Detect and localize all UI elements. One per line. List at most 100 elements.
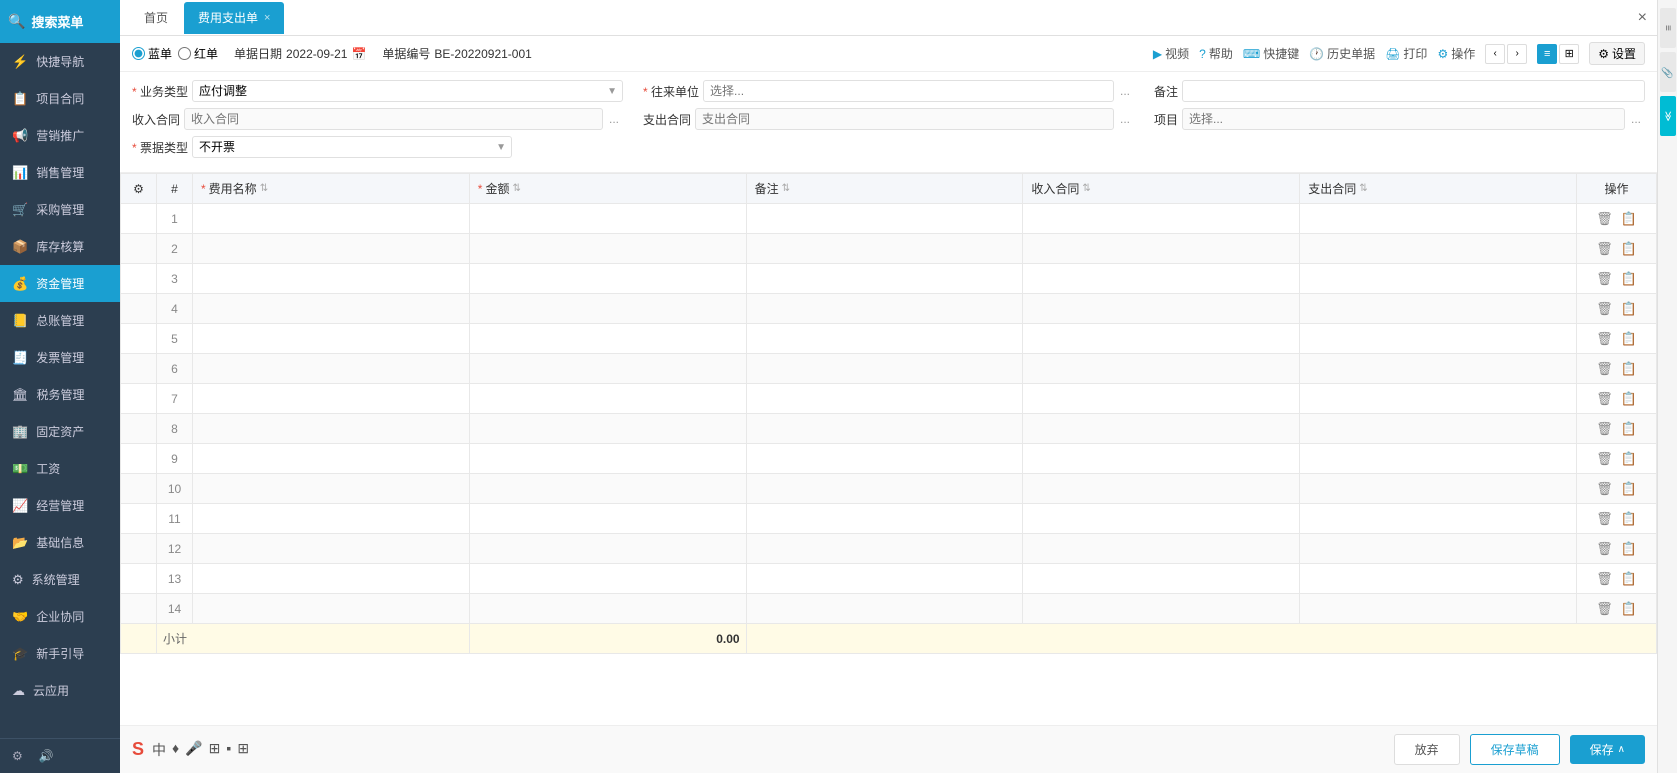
- nav-next-btn[interactable]: ›: [1507, 44, 1527, 64]
- row-expense-contract-cell[interactable]: [1300, 264, 1577, 294]
- row-amount-cell[interactable]: [469, 594, 746, 624]
- row-expense-contract-cell[interactable]: [1300, 444, 1577, 474]
- row-expense-name-cell[interactable]: [193, 534, 470, 564]
- window-close-icon[interactable]: ×: [1638, 9, 1647, 27]
- logo-icon-6[interactable]: ⊞: [237, 740, 249, 760]
- row-expense-contract-cell[interactable]: [1300, 504, 1577, 534]
- print-btn[interactable]: 🖨 打印: [1385, 45, 1427, 62]
- row-remark-cell[interactable]: [746, 234, 1023, 264]
- invoice-type-select[interactable]: 不开票: [192, 136, 512, 158]
- row-expense-contract-cell[interactable]: [1300, 324, 1577, 354]
- row-expense-contract-cell[interactable]: [1300, 384, 1577, 414]
- row-delete-icon[interactable]: 🗑: [1594, 239, 1615, 259]
- row-remark-cell[interactable]: [746, 294, 1023, 324]
- row-amount-cell[interactable]: [469, 534, 746, 564]
- row-expense-name-cell[interactable]: [193, 444, 470, 474]
- row-amount-cell[interactable]: [469, 204, 746, 234]
- row-copy-icon[interactable]: 📋: [1619, 329, 1639, 349]
- sidebar-item-sales[interactable]: 📊 销售管理: [0, 154, 120, 191]
- project-input[interactable]: [1182, 108, 1625, 130]
- row-delete-icon[interactable]: 🗑: [1594, 419, 1615, 439]
- sidebar-item-cloud[interactable]: ☁ 云应用: [0, 672, 120, 709]
- sidebar-item-fixed-assets[interactable]: 🏢 固定资产: [0, 413, 120, 450]
- row-expense-name-cell[interactable]: [193, 234, 470, 264]
- sidebar-item-tax[interactable]: 🏛 税务管理: [0, 376, 120, 413]
- row-remark-cell[interactable]: [746, 414, 1023, 444]
- row-amount-cell[interactable]: [469, 354, 746, 384]
- row-amount-cell[interactable]: [469, 324, 746, 354]
- row-income-contract-cell[interactable]: [1023, 414, 1300, 444]
- row-remark-cell[interactable]: [746, 534, 1023, 564]
- blue-bill-radio[interactable]: 蓝单: [132, 45, 172, 62]
- row-amount-cell[interactable]: [469, 474, 746, 504]
- col-remark-header[interactable]: 备注 ⇅: [746, 174, 1023, 204]
- video-btn[interactable]: ▶ 视频: [1153, 45, 1189, 62]
- row-income-contract-cell[interactable]: [1023, 324, 1300, 354]
- row-remark-cell[interactable]: [746, 564, 1023, 594]
- remark-input[interactable]: [1182, 80, 1645, 102]
- row-delete-icon[interactable]: 🗑: [1594, 449, 1615, 469]
- row-amount-cell[interactable]: [469, 384, 746, 414]
- row-expense-name-cell[interactable]: [193, 294, 470, 324]
- row-copy-icon[interactable]: 📋: [1619, 389, 1639, 409]
- settings-bottom-icon[interactable]: ⚙: [12, 749, 23, 763]
- row-income-contract-cell[interactable]: [1023, 294, 1300, 324]
- sidebar-item-ledger[interactable]: 📒 总账管理: [0, 302, 120, 339]
- row-delete-icon[interactable]: 🗑: [1594, 599, 1615, 619]
- expense-contract-dots[interactable]: ...: [1116, 112, 1134, 126]
- row-expense-name-cell[interactable]: [193, 474, 470, 504]
- logo-icon-1[interactable]: 中: [152, 740, 166, 760]
- row-remark-cell[interactable]: [746, 594, 1023, 624]
- income-contract-input[interactable]: [184, 108, 603, 130]
- sidebar-item-newbie[interactable]: 🎓 新手引导: [0, 635, 120, 672]
- sidebar-search[interactable]: 🔍 搜索菜单: [0, 0, 120, 43]
- row-expense-name-cell[interactable]: [193, 354, 470, 384]
- row-expense-name-cell[interactable]: [193, 564, 470, 594]
- row-expense-contract-cell[interactable]: [1300, 534, 1577, 564]
- right-btn-2[interactable]: 📎: [1660, 52, 1676, 92]
- row-income-contract-cell[interactable]: [1023, 504, 1300, 534]
- settings-btn[interactable]: ⚙ 设置: [1589, 42, 1645, 65]
- row-amount-cell[interactable]: [469, 264, 746, 294]
- row-remark-cell[interactable]: [746, 204, 1023, 234]
- row-income-contract-cell[interactable]: [1023, 474, 1300, 504]
- save-draft-button[interactable]: 保存草稿: [1470, 734, 1560, 765]
- row-income-contract-cell[interactable]: [1023, 264, 1300, 294]
- row-delete-icon[interactable]: 🗑: [1594, 569, 1615, 589]
- col-amount-header[interactable]: * 金额 ⇅: [469, 174, 746, 204]
- row-expense-contract-cell[interactable]: [1300, 294, 1577, 324]
- row-amount-cell[interactable]: [469, 414, 746, 444]
- row-expense-contract-cell[interactable]: [1300, 234, 1577, 264]
- calendar-icon[interactable]: 📅: [351, 47, 366, 61]
- row-delete-icon[interactable]: 🗑: [1594, 479, 1615, 499]
- row-income-contract-cell[interactable]: [1023, 354, 1300, 384]
- abandon-button[interactable]: 放弃: [1394, 734, 1460, 765]
- row-expense-contract-cell[interactable]: [1300, 354, 1577, 384]
- row-expense-name-cell[interactable]: [193, 414, 470, 444]
- tab-expense[interactable]: 费用支出单 ×: [184, 2, 284, 34]
- row-copy-icon[interactable]: 📋: [1619, 359, 1639, 379]
- sidebar-item-inventory[interactable]: 📦 库存核算: [0, 228, 120, 265]
- history-btn[interactable]: 🕐 历史单据: [1309, 45, 1375, 62]
- right-btn-3[interactable]: ≫: [1660, 96, 1676, 136]
- row-remark-cell[interactable]: [746, 444, 1023, 474]
- sidebar-item-purchase[interactable]: 🛒 采购管理: [0, 191, 120, 228]
- sidebar-item-project-contract[interactable]: 📋 项目合同: [0, 80, 120, 117]
- logo-icon-3[interactable]: 🎤: [185, 740, 202, 760]
- save-button[interactable]: 保存 ∧: [1570, 735, 1645, 764]
- row-copy-icon[interactable]: 📋: [1619, 539, 1639, 559]
- logo-icon-5[interactable]: ▪: [226, 740, 231, 760]
- row-expense-name-cell[interactable]: [193, 324, 470, 354]
- row-expense-name-cell[interactable]: [193, 594, 470, 624]
- row-amount-cell[interactable]: [469, 294, 746, 324]
- logo-icon-4[interactable]: ⊞: [209, 740, 221, 760]
- tab-home[interactable]: 首页: [130, 2, 182, 34]
- tab-close-icon[interactable]: ×: [264, 12, 270, 24]
- row-expense-contract-cell[interactable]: [1300, 414, 1577, 444]
- red-bill-radio[interactable]: 红单: [178, 45, 218, 62]
- sidebar-item-quick-nav[interactable]: ⚡ 快捷导航: [0, 43, 120, 80]
- row-remark-cell[interactable]: [746, 474, 1023, 504]
- row-delete-icon[interactable]: 🗑: [1594, 539, 1615, 559]
- row-copy-icon[interactable]: 📋: [1619, 239, 1639, 259]
- view-list-btn[interactable]: ≡: [1537, 44, 1557, 64]
